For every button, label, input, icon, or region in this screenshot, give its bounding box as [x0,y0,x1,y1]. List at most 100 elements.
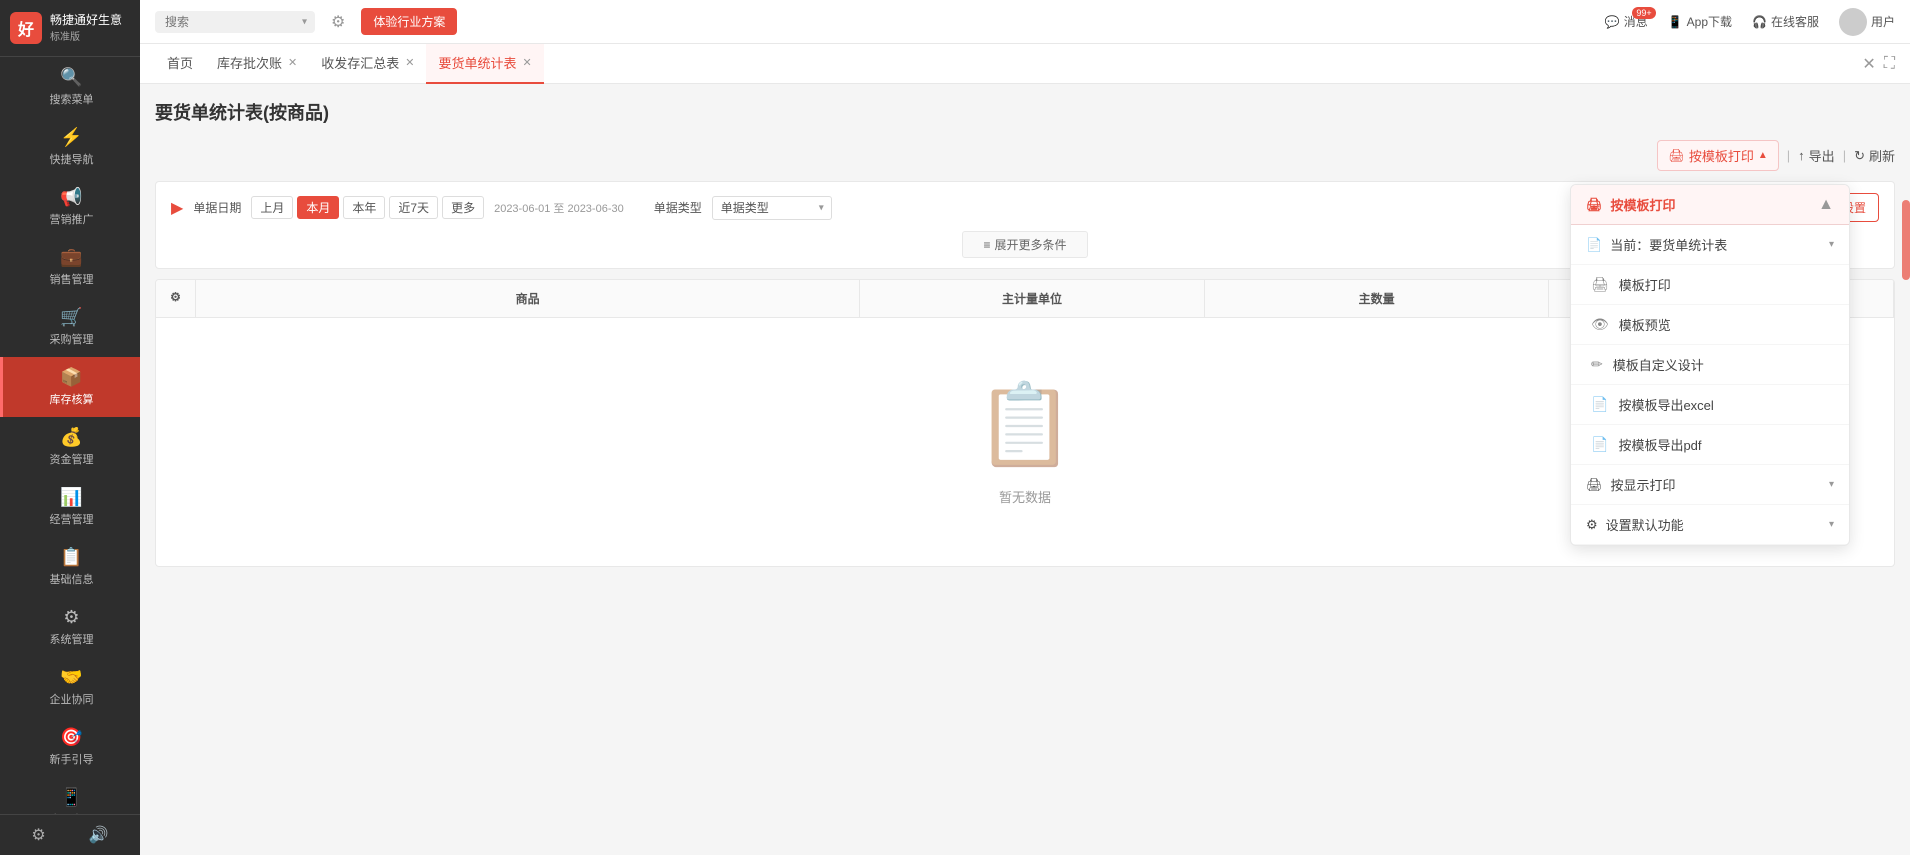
tab-label-order_summary: 要货单统计表 [438,53,516,72]
main-content: ⚙ 体验行业方案 💬 消息 99+ 📱 App下载 🎧 在线客服 用户 [140,0,1910,855]
sidebar-item-newbie[interactable]: 🎯 新手引导 [0,717,140,777]
export-label: 导出 [1809,146,1835,165]
print-item-export_excel[interactable]: 📄按模板导出excel [1571,385,1849,425]
divider-1: | [1787,148,1790,163]
sidebar-label-basic: 基础信息 [50,571,94,587]
table-col-unit: 主计量单位 [860,280,1205,317]
speaker-icon[interactable]: 🔊 [89,825,109,845]
sidebar-label-operation: 经营管理 [50,511,94,527]
sidebar-item-purchase[interactable]: 🛒 采购管理 [0,297,140,357]
sidebar-label-enterprise: 企业协同 [50,691,94,707]
tab-inventory_batch[interactable]: 库存批次账✕ [205,44,309,84]
gear-icon[interactable]: ⚙ [331,12,345,32]
user-item[interactable]: 用户 [1839,8,1895,36]
app-version: 标准版 [50,28,122,43]
sidebar-item-search[interactable]: 🔍搜索菜单 [0,57,140,117]
sidebar-item-marketing[interactable]: 📢营销推广 [0,177,140,237]
sidebar-icon-inventory: 📦 [60,367,82,388]
print-item-label-template_design: 模板自定义设计 [1613,355,1704,374]
date-buttons: 上月本月本年近7天更多 [251,196,484,219]
display-print-left: 🖨 按显示打印 [1586,475,1676,494]
print-item-icon-export_excel: 📄 [1591,396,1608,413]
divider-2: | [1843,148,1846,163]
print-item-icon-template_design: ✏ [1591,356,1603,373]
sidebar-item-operation[interactable]: 📊经营管理 [0,477,140,537]
print-item-export_pdf[interactable]: 📄 按模板导出pdf [1571,425,1849,465]
print-dropdown-title: 🖨 按模板打印 [1586,195,1676,214]
sidebar-item-system[interactable]: ⚙系统管理 [0,597,140,657]
sidebar-label-finance: 资金管理 [50,451,94,467]
tab-order_summary[interactable]: 要货单统计表 ✕ [426,44,543,84]
sidebar-label-shortcut: 快捷导航 [50,151,94,167]
print-item-icon-export_pdf: 📄 [1591,436,1608,453]
online-service-label: 在线客服 [1771,13,1819,30]
sidebar-bottom: ⚙ 🔊 [0,814,140,855]
notification-badge: 99+ [1632,7,1655,19]
date-btn-本年[interactable]: 本年 [343,196,385,219]
refresh-icon: ↻ [1854,148,1865,164]
printer-icon: 🖨 [1668,148,1685,164]
sidebar-item-basic[interactable]: 📋基础信息 [0,537,140,597]
tab-close-order_summary[interactable]: ✕ [523,56,532,69]
headset-icon: 🎧 [1752,15,1767,29]
tab-receipt_summary[interactable]: 收发存汇总表✕ [309,44,426,84]
sidebar-item-finance[interactable]: 💰资金管理 [0,417,140,477]
print-item-template_print[interactable]: 🖨模板打印 [1571,265,1849,305]
set-default-item[interactable]: ⚙ 设置默认功能 ▾ [1571,505,1849,545]
export-button[interactable]: ↑ 导出 [1798,146,1835,165]
display-print-icon: 🖨 [1586,477,1603,493]
current-template-item[interactable]: 📄 当前：要货单统计表 ▾ [1571,225,1849,265]
app-download-item[interactable]: 📱 App下载 [1668,13,1732,30]
sidebar-label-system: 系统管理 [50,631,94,647]
online-service-item[interactable]: 🎧 在线客服 [1752,13,1819,30]
page-content: 要货单统计表(按商品) 🖨 按模板打印 ▲ | ↑ 导出 | ↻ 刷新 ▶ [140,84,1910,855]
print-item-template_preview[interactable]: 👁模板预览 [1571,305,1849,345]
settings-icon[interactable]: ⚙ [31,825,45,845]
date-btn-更多[interactable]: 更多 [442,196,484,219]
filter-toggle-icon[interactable]: ▶ [171,198,183,218]
tabs-right-controls: ✕ ⛶ [1862,54,1895,74]
sidebar-item-apps[interactable]: 📱应用中心 [0,777,140,814]
empty-text: 暂无数据 [999,487,1051,506]
current-template-icon: 📄 [1586,237,1602,253]
user-name: 用户 [1871,13,1895,30]
sidebar-item-shortcut[interactable]: ⚡快捷导航 [0,117,140,177]
display-print-item[interactable]: 🖨 按显示打印 ▾ [1571,465,1849,505]
sidebar-item-enterprise[interactable]: 🤝 企业协同 [0,657,140,717]
sidebar-icon-newbie: 🎯 [60,727,82,748]
table-col-checkbox: ⚙ [156,280,196,317]
empty-illustration: 📋 [975,378,1075,472]
sidebar-label-inventory: 库存核算 [50,391,94,407]
tab-home[interactable]: 首页 [155,44,205,84]
notification-item[interactable]: 💬 消息 99+ [1605,13,1648,30]
sidebar-label-purchase: 采购管理 [50,331,94,347]
print-dropdown: 🖨 按模板打印 ▲ 📄 当前：要货单统计表 ▾ 🖨模板打印👁模板预览 ✏ 模板自定义… [1570,184,1850,546]
app-download-icon: 📱 [1668,15,1683,29]
search-input[interactable] [155,11,315,33]
print-button[interactable]: 🖨 按模板打印 ▲ [1657,140,1778,171]
sidebar-item-inventory[interactable]: 📦 库存核算 [0,357,140,417]
sidebar-icon-enterprise: 🤝 [60,667,82,688]
print-item-label-template_preview: 模板预览 [1619,315,1671,334]
sidebar-icon-purchase: 🛒 [60,307,82,328]
print-item-label-export_pdf: 按模板导出pdf [1618,435,1701,454]
tab-close-inventory_batch[interactable]: ✕ [288,56,297,69]
date-btn-上月[interactable]: 上月 [251,196,293,219]
type-select[interactable]: 单据类型 [712,196,832,220]
print-dropdown-header: 🖨 按模板打印 ▲ [1571,185,1849,225]
maximize-window-icon[interactable]: ⛶ [1884,55,1895,73]
date-btn-本月[interactable]: 本月 [297,196,339,219]
trial-button[interactable]: 体验行业方案 [361,8,457,35]
sidebar-label-newbie: 新手引导 [50,751,94,767]
set-default-chevron: ▾ [1829,519,1834,530]
scroll-indicator[interactable] [1902,200,1910,280]
expand-more-button[interactable]: ≡ 展开更多条件 [962,231,1087,258]
date-btn-近7天[interactable]: 近7天 [389,196,438,219]
refresh-button[interactable]: ↻ 刷新 [1854,146,1895,165]
close-window-icon[interactable]: ✕ [1862,54,1875,74]
dropdown-close-icon[interactable]: ▲ [1818,196,1834,214]
notification-icon: 💬 [1605,15,1620,29]
print-item-template_design[interactable]: ✏ 模板自定义设计 [1571,345,1849,385]
sidebar-item-sales[interactable]: 💼销售管理 [0,237,140,297]
tab-close-receipt_summary[interactable]: ✕ [405,56,414,69]
